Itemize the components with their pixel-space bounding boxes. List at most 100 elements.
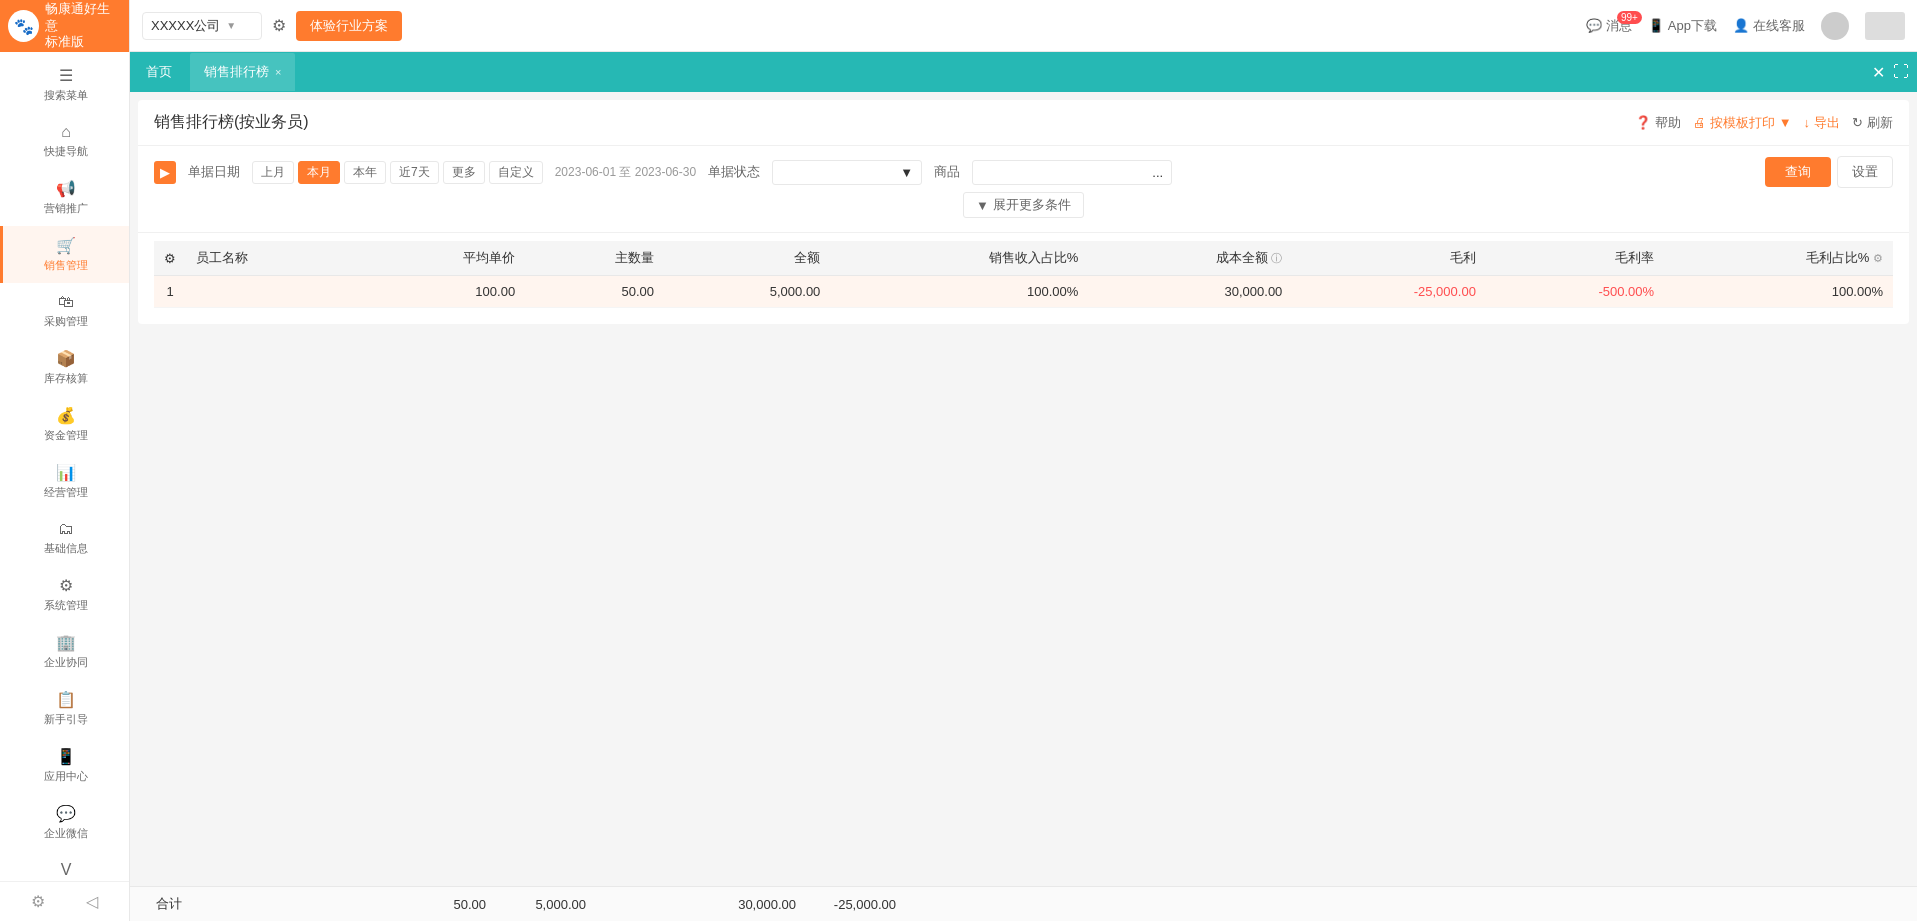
export-button[interactable]: ↓ 导出 <box>1804 114 1841 132</box>
sidebar-item-label-operation: 经营管理 <box>44 485 88 500</box>
tab-close-window-icon[interactable]: ✕ <box>1872 63 1885 82</box>
sidebar-item-label-inventory: 库存核算 <box>44 371 88 386</box>
expand-icon: ▼ <box>976 198 989 213</box>
tab-close-icon[interactable]: × <box>275 66 281 78</box>
query-button[interactable]: 查询 <box>1765 157 1831 187</box>
status-filter-label: 单据状态 <box>708 163 760 181</box>
date-filter-label: 单据日期 <box>188 163 240 181</box>
help-button[interactable]: ❓ 帮助 <box>1635 114 1681 132</box>
app-label: App下载 <box>1668 17 1717 35</box>
sidebar-item-search[interactable]: ☰ 搜索菜单 <box>0 56 129 113</box>
sidebar-item-basic[interactable]: 🗂 基础信息 <box>0 510 129 566</box>
sidebar-item-enterprise[interactable]: 🏢 企业协同 <box>0 623 129 680</box>
filter-expand-arrow[interactable]: ▶ <box>154 161 176 184</box>
sidebar-item-label-basic: 基础信息 <box>44 541 88 556</box>
finance-icon: 💰 <box>56 406 76 425</box>
sidebar-item-guide[interactable]: 📋 新手引导 <box>0 680 129 737</box>
goods-input[interactable]: ... <box>972 160 1172 185</box>
tab-sales-ranking[interactable]: 销售排行榜 × <box>190 53 295 91</box>
col-gross-header: 毛利 <box>1292 241 1486 276</box>
date-buttons: 上月 本月 本年 近7天 更多 自定义 <box>252 161 543 184</box>
tab-home[interactable]: 首页 <box>130 53 188 91</box>
footer-total-label: 合计 <box>156 895 336 913</box>
sidebar-item-label-finance: 资金管理 <box>44 428 88 443</box>
footer-cells: 合计 50.00 5,000.00 30,000.00 -25,000.00 <box>156 895 1891 913</box>
goods-more-icon[interactable]: ... <box>1152 165 1163 180</box>
service-icon: 👤 <box>1733 18 1749 33</box>
print-button[interactable]: 🖨 按模板打印 ▼ <box>1693 114 1792 132</box>
page-header: 销售排行榜(按业务员) ❓ 帮助 🖨 按模板打印 ▼ ↓ 导出 <box>138 100 1909 146</box>
expand-conditions-btn[interactable]: ▼ 展开更多条件 <box>963 192 1084 218</box>
trial-button[interactable]: 体验行业方案 <box>296 11 402 41</box>
date-custom-btn[interactable]: 自定义 <box>489 161 543 184</box>
cost-info-icon[interactable]: ⓘ <box>1271 252 1282 264</box>
date-7days-btn[interactable]: 近7天 <box>390 161 439 184</box>
sidebar-item-shortcut[interactable]: ⌂ 快捷导航 <box>0 113 129 169</box>
marketing-icon: 📢 <box>56 179 76 198</box>
sidebar-item-member[interactable]: V 畅会员 <box>0 851 129 881</box>
date-prev-month-btn[interactable]: 上月 <box>252 161 294 184</box>
col-settings-header[interactable]: ⚙ <box>154 241 186 276</box>
col-employee-header: 员工名称 <box>186 241 356 276</box>
search-icon: ☰ <box>59 66 73 85</box>
cell-gross-rate: -500.00% <box>1486 276 1664 308</box>
refresh-button[interactable]: ↻ 刷新 <box>1852 114 1893 132</box>
status-chevron-icon: ▼ <box>900 165 913 180</box>
date-curr-month-btn[interactable]: 本月 <box>298 161 340 184</box>
col-gross-pct-header: 毛利占比% ⚙ <box>1664 241 1893 276</box>
member-icon: V <box>61 861 72 879</box>
basic-icon: 🗂 <box>58 520 74 538</box>
footer-amount: 5,000.00 <box>496 897 596 912</box>
status-select[interactable]: ▼ <box>772 160 922 185</box>
company-chevron-icon: ▼ <box>226 20 236 31</box>
date-range-display: 2023-06-01 至 2023-06-30 <box>555 164 696 181</box>
app-icon: 📱 <box>1648 18 1664 33</box>
user-avatar[interactable] <box>1821 12 1849 40</box>
company-selector[interactable]: XXXXX公司 ▼ <box>142 12 262 40</box>
sidebar-item-label-search: 搜索菜单 <box>44 88 88 103</box>
sidebar-logo: 🐾 畅康通好生意 标准版 <box>0 0 129 52</box>
sidebar-item-wechat[interactable]: 💬 企业微信 <box>0 794 129 851</box>
sidebar-item-inventory[interactable]: 📦 库存核算 <box>0 339 129 396</box>
gross-pct-info-icon[interactable]: ⚙ <box>1873 252 1883 264</box>
sidebar-item-system[interactable]: ⚙ 系统管理 <box>0 566 129 623</box>
filter-action-buttons: 查询 设置 <box>1765 156 1893 188</box>
topbar-online-service[interactable]: 👤 在线客服 <box>1733 17 1805 35</box>
page-content: 销售排行榜(按业务员) ❓ 帮助 🖨 按模板打印 ▼ ↓ 导出 <box>130 92 1917 886</box>
footer-gross: -25,000.00 <box>806 897 906 912</box>
refresh-icon: ↻ <box>1852 115 1863 130</box>
topbar-app-download[interactable]: 📱 App下载 <box>1648 17 1717 35</box>
expand-row: ▼ 展开更多条件 <box>154 188 1893 222</box>
footer-qty: 50.00 <box>416 897 496 912</box>
sidebar: 🐾 畅康通好生意 标准版 ☰ 搜索菜单 ⌂ 快捷导航 📢 营销推广 🛒 销售管理… <box>0 0 130 921</box>
message-badge: 99+ <box>1617 11 1642 24</box>
cell-rank: 1 <box>154 276 186 308</box>
sidebar-item-label-system: 系统管理 <box>44 598 88 613</box>
table-footer: 合计 50.00 5,000.00 30,000.00 -25,000.00 <box>130 886 1917 921</box>
tab-restore-icon[interactable]: ⛶ <box>1893 63 1909 81</box>
topbar-settings-icon[interactable]: ⚙ <box>272 16 286 35</box>
service-label: 在线客服 <box>1753 17 1805 35</box>
col-sales-pct-header: 销售收入占比% <box>830 241 1088 276</box>
sidebar-collapse-btn[interactable]: ◁ <box>86 892 98 911</box>
sidebar-item-marketing[interactable]: 📢 营销推广 <box>0 169 129 226</box>
date-this-year-btn[interactable]: 本年 <box>344 161 386 184</box>
sidebar-item-operation[interactable]: 📊 经营管理 <box>0 453 129 510</box>
settings-button[interactable]: 设置 <box>1837 156 1893 188</box>
sidebar-item-appstore[interactable]: 📱 应用中心 <box>0 737 129 794</box>
filter-area: ▶ 单据日期 上月 本月 本年 近7天 更多 自定义 2023-06-01 至 … <box>138 146 1909 233</box>
logo-text: 畅康通好生意 标准版 <box>45 1 121 52</box>
col-qty-header: 主数量 <box>525 241 664 276</box>
cell-employee <box>186 276 356 308</box>
help-icon: ❓ <box>1635 115 1651 130</box>
topbar-message[interactable]: 💬 消息 99+ <box>1586 17 1632 35</box>
date-more-btn[interactable]: 更多 <box>443 161 485 184</box>
cell-gross: -25,000.00 <box>1292 276 1486 308</box>
topbar-right: 💬 消息 99+ 📱 App下载 👤 在线客服 <box>1586 12 1905 40</box>
sidebar-settings-btn[interactable]: ⚙ <box>31 892 45 911</box>
sidebar-footer: ⚙ ◁ <box>0 881 129 921</box>
sidebar-item-purchase[interactable]: 🛍 采购管理 <box>0 283 129 339</box>
sidebar-item-finance[interactable]: 💰 资金管理 <box>0 396 129 453</box>
page-title: 销售排行榜(按业务员) <box>154 112 309 133</box>
sidebar-item-sales[interactable]: 🛒 销售管理 <box>0 226 129 283</box>
